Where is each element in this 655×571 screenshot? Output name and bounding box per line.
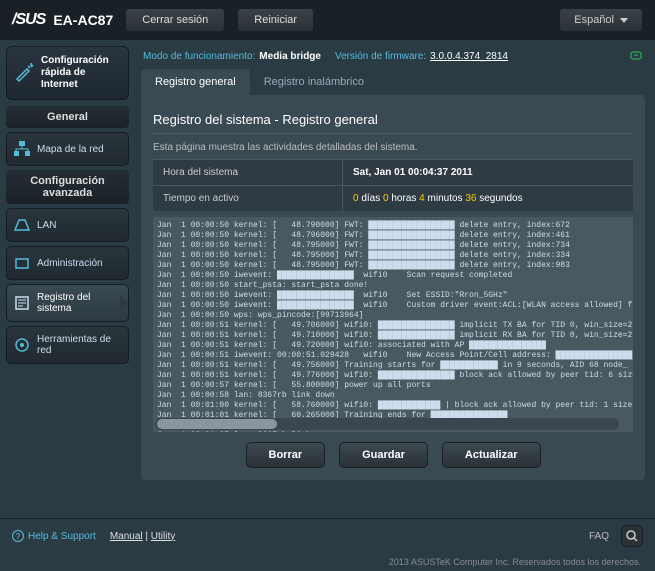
page-desc: Esta página muestra las actividades deta… xyxy=(153,134,633,159)
row-uptime: Tiempo en activo 0 días 0 horas 4 minuto… xyxy=(153,185,633,211)
nav-header-general: General xyxy=(6,106,129,128)
sidebar-item-tools[interactable]: Herramientas de red xyxy=(6,326,129,364)
page-title: Registro del sistema - Registro general xyxy=(153,106,633,134)
button-row: Borrar Guardar Actualizar xyxy=(153,432,633,472)
fw-link[interactable]: 3.0.0.4.374_2814 xyxy=(430,51,508,62)
nav-header-advanced: Configuración avanzada xyxy=(6,170,129,204)
faq-link[interactable]: FAQ xyxy=(589,531,609,542)
language-label: Español xyxy=(574,14,614,26)
uptime-label: Tiempo en activo xyxy=(153,186,343,211)
manual-link[interactable]: Manual xyxy=(110,531,143,542)
link-status-icon xyxy=(629,48,643,65)
help-support-link[interactable]: ?Help & Support xyxy=(12,530,96,542)
tabs: Registro general Registro inalámbrico xyxy=(141,69,645,96)
logout-button[interactable]: Cerrar sesión xyxy=(125,8,225,32)
search-button[interactable] xyxy=(621,525,643,547)
model-name: EA-AC87 xyxy=(53,12,113,28)
clear-button[interactable]: Borrar xyxy=(246,442,326,468)
sidebar-item-label: LAN xyxy=(37,220,56,231)
system-time-label: Hora del sistema xyxy=(153,160,343,185)
sidebar-item-label: Administración xyxy=(37,258,103,269)
sidebar-item-label: Herramientas de red xyxy=(37,334,122,356)
utility-link[interactable]: Utility xyxy=(151,531,175,542)
horizontal-scrollbar[interactable] xyxy=(155,418,619,430)
sidebar-item-label: Registro del sistema xyxy=(37,292,122,314)
sidebar-item-label: Mapa de la red xyxy=(37,144,104,155)
tab-general-log[interactable]: Registro general xyxy=(141,69,250,95)
log-textarea[interactable]: Jan 1 00:00:50 kernel: [ 48.790000] FWT:… xyxy=(153,217,633,432)
restart-button[interactable]: Reiniciar xyxy=(237,8,314,32)
footer: ?Help & Support Manual | Utility FAQ xyxy=(0,518,655,553)
network-map-icon xyxy=(13,140,31,158)
admin-icon xyxy=(13,254,31,272)
sidebar-item-lan[interactable]: LAN xyxy=(6,208,129,242)
qis-label: Configuración rápida de Internet xyxy=(41,55,122,91)
sidebar: Configuración rápida de Internet General… xyxy=(0,40,135,518)
copyright: 2013 ASUSTeK Computer Inc. Reservados to… xyxy=(0,553,655,571)
uptime-value: 0 días 0 horas 4 minutos 36 segundos xyxy=(343,186,633,211)
refresh-button[interactable]: Actualizar xyxy=(442,442,541,468)
meta-bar: Modo de funcionamiento: Media bridge Ver… xyxy=(141,44,645,69)
syslog-icon xyxy=(13,294,31,312)
mode-label: Modo de funcionamiento: xyxy=(143,51,255,62)
search-icon xyxy=(626,530,638,542)
mode-value: Media bridge xyxy=(259,51,321,62)
header: /SUS EA-AC87 Cerrar sesión Reiniciar Esp… xyxy=(0,0,655,40)
tools-icon xyxy=(13,336,31,354)
sidebar-item-syslog[interactable]: Registro del sistema xyxy=(6,284,129,322)
language-selector[interactable]: Español xyxy=(559,8,643,32)
chevron-down-icon xyxy=(620,18,628,23)
fw-label: Versión de firmware: xyxy=(335,51,426,62)
footer-links: Manual | Utility xyxy=(110,531,175,542)
system-time-value: Sat, Jan 01 00:04:37 2011 xyxy=(343,160,633,185)
save-button[interactable]: Guardar xyxy=(339,442,428,468)
log-content: Jan 1 00:00:50 kernel: [ 48.790000] FWT:… xyxy=(157,221,633,432)
qis-button[interactable]: Configuración rápida de Internet xyxy=(6,46,129,100)
row-system-time: Hora del sistema Sat, Jan 01 00:04:37 20… xyxy=(153,159,633,185)
lan-icon xyxy=(13,216,31,234)
wand-icon xyxy=(13,61,35,86)
sidebar-item-map[interactable]: Mapa de la red xyxy=(6,132,129,166)
brand-logo: /SUS xyxy=(12,11,45,29)
sidebar-item-admin[interactable]: Administración xyxy=(6,246,129,280)
help-icon: ? xyxy=(12,530,24,542)
content: Modo de funcionamiento: Media bridge Ver… xyxy=(135,40,655,518)
panel: Registro del sistema - Registro general … xyxy=(141,96,645,480)
tab-wireless-log[interactable]: Registro inalámbrico xyxy=(250,69,378,95)
scrollbar-thumb[interactable] xyxy=(157,419,277,429)
